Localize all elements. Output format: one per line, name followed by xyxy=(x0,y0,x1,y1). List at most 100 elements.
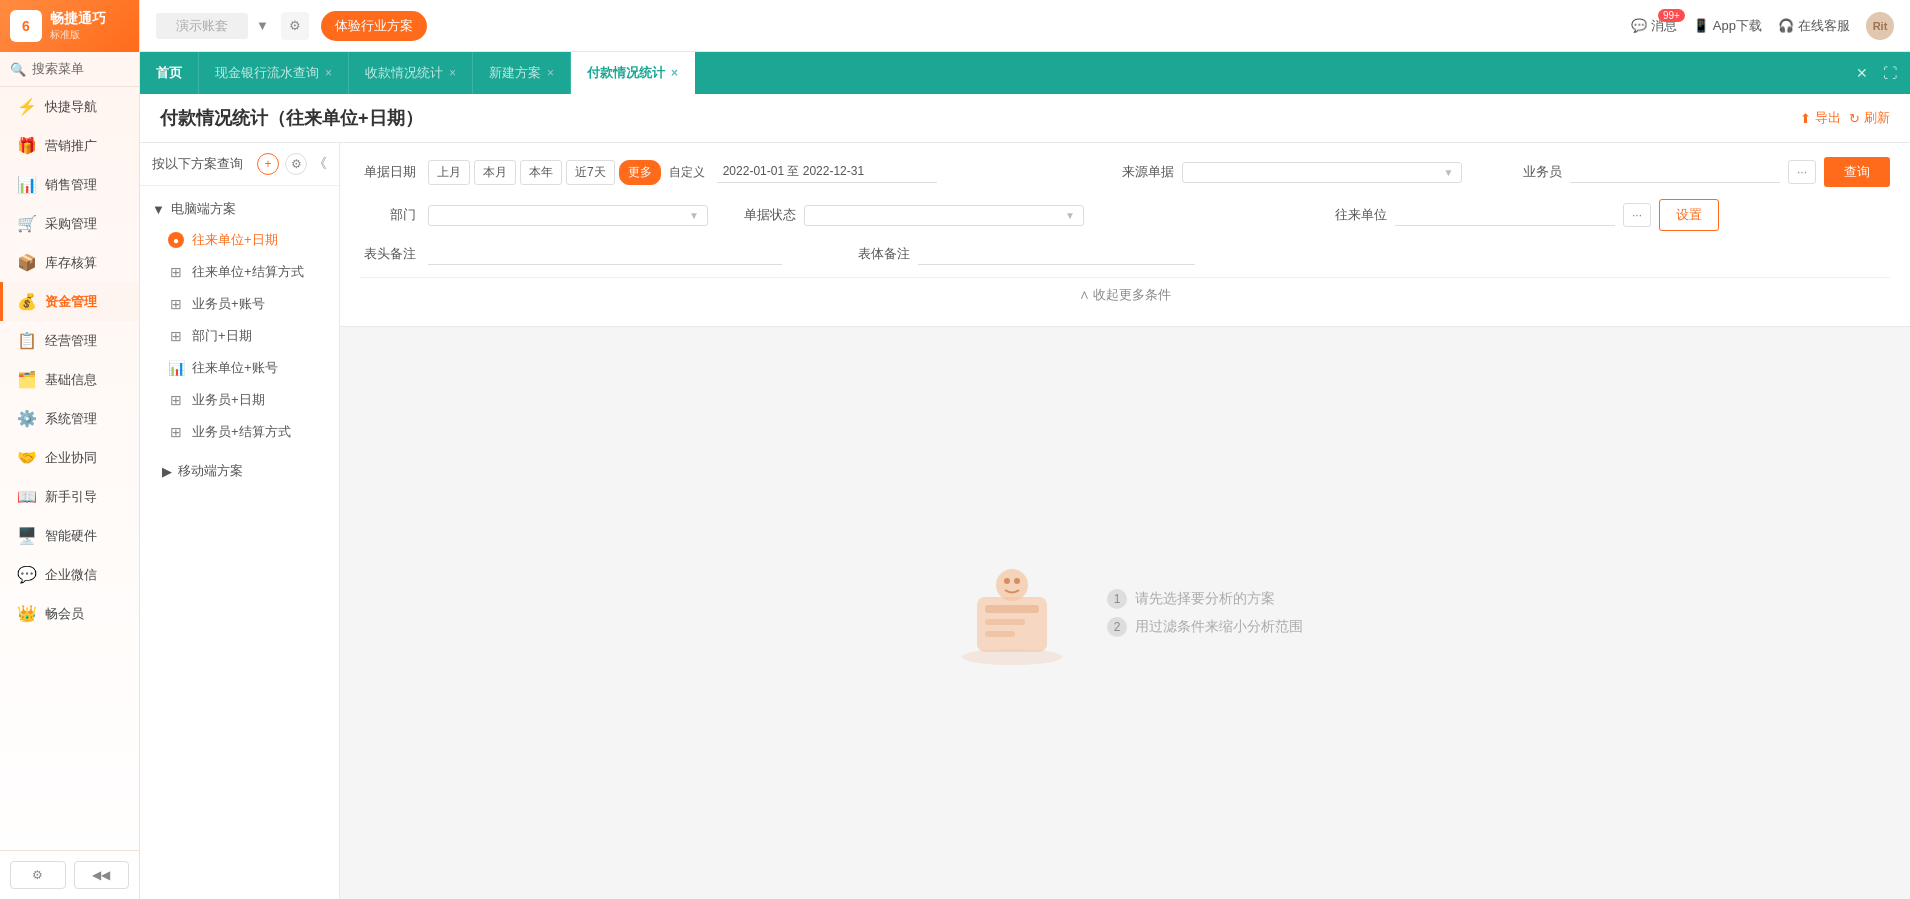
sidebar-item-wechat[interactable]: 💬企业微信 xyxy=(0,555,139,594)
sidebar-item-sales[interactable]: 📊销售管理 xyxy=(0,165,139,204)
svg-point-7 xyxy=(1014,578,1020,584)
app-icon: 📱 xyxy=(1693,18,1709,33)
sidebar-search[interactable]: 🔍 搜索菜单 xyxy=(0,52,139,87)
partner-label: 往来单位 xyxy=(1331,206,1387,224)
sidebar-item-quick-nav[interactable]: ⚡快捷导航 xyxy=(0,87,139,126)
date-btn-last-month[interactable]: 上月 xyxy=(428,160,470,185)
refresh-btn[interactable]: ↻ 刷新 xyxy=(1849,109,1890,127)
sidebar-item-system[interactable]: ⚙️系统管理 xyxy=(0,399,139,438)
data-area: 1 请先选择要分析的方案 2 用过滤条件来缩小分析范围 xyxy=(340,327,1910,899)
header-app-btn[interactable]: 📱 App下载 xyxy=(1693,17,1762,35)
sidebar-title-main: 畅捷通巧 xyxy=(50,10,106,28)
sidebar-item-purchase[interactable]: 🛒采购管理 xyxy=(0,204,139,243)
empty-text-block: 1 请先选择要分析的方案 2 用过滤条件来缩小分析范围 xyxy=(1107,589,1303,637)
step-num-1: 1 xyxy=(1107,589,1127,609)
settings-btn[interactable]: 设置 xyxy=(1659,199,1719,231)
sidebar-item-icon-sales: 📊 xyxy=(17,175,37,194)
sidebar-item-marketing[interactable]: 🎁营销推广 xyxy=(0,126,139,165)
svg-rect-3 xyxy=(985,619,1025,625)
lp-settings-btn[interactable]: ⚙ xyxy=(285,153,307,175)
sidebar-item-label-marketing: 营销推广 xyxy=(45,137,97,155)
salesman-ellipsis-btn[interactable]: ··· xyxy=(1788,160,1816,184)
date-custom-label: 自定义 xyxy=(669,164,705,181)
header-trial-btn[interactable]: 体验行业方案 xyxy=(321,11,427,41)
export-icon: ⬆ xyxy=(1800,111,1811,126)
export-btn[interactable]: ⬆ 导出 xyxy=(1800,109,1841,127)
header-avatar[interactable]: Rit xyxy=(1866,12,1894,40)
sidebar-item-inventory[interactable]: 📦库存核算 xyxy=(0,243,139,282)
sidebar-title-sub: 标准版 xyxy=(50,28,106,42)
svg-point-5 xyxy=(996,569,1028,601)
note-body-input[interactable] xyxy=(918,243,1196,265)
service-icon: 🎧 xyxy=(1778,18,1794,33)
sidebar-search-label: 搜索菜单 xyxy=(32,60,84,78)
sidebar-item-guide[interactable]: 📖新手引导 xyxy=(0,477,139,516)
sidebar-item-enterprise[interactable]: 🤝企业协同 xyxy=(0,438,139,477)
sidebar-collapse-btn[interactable]: ◀◀ xyxy=(74,861,130,889)
sidebar-item-operations[interactable]: 📋经营管理 xyxy=(0,321,139,360)
partner-ellipsis-btn[interactable]: ··· xyxy=(1623,203,1651,227)
scheme-icon-s7: ⊞ xyxy=(168,424,184,440)
tab-spacer xyxy=(695,52,1842,94)
date-btn-7days[interactable]: 近7天 xyxy=(566,160,615,185)
tab-bank-flow-close[interactable]: × xyxy=(325,66,332,80)
sidebar-settings-btn[interactable]: ⚙ xyxy=(10,861,66,889)
scheme-item-s7[interactable]: ⊞ 业务员+结算方式 xyxy=(140,416,339,448)
scheme-item-s2[interactable]: ⊞ 往来单位+结算方式 xyxy=(140,256,339,288)
sidebar-item-label-inventory: 库存核算 xyxy=(45,254,97,272)
left-panel-header: 按以下方案查询 + ⚙ 《 xyxy=(140,143,339,186)
scheme-item-s3[interactable]: ⊞ 业务员+账号 xyxy=(140,288,339,320)
scheme-item-s6[interactable]: ⊞ 业务员+日期 xyxy=(140,384,339,416)
scheme-item-s1[interactable]: ● 往来单位+日期 xyxy=(140,224,339,256)
tab-home[interactable]: 首页 xyxy=(140,52,199,94)
sidebar-item-finance[interactable]: 💰资金管理 xyxy=(0,282,139,321)
sidebar-item-label-purchase: 采购管理 xyxy=(45,215,97,233)
tab-action-btns: ✕ ⛶ xyxy=(1842,52,1910,94)
avatar-text: Rit xyxy=(1873,20,1888,32)
collapse-more-btn[interactable]: ∧ 收起更多条件 xyxy=(360,277,1890,312)
filter-row-2: 部门 ▼ 单据状态 ▼ 往来单 xyxy=(360,199,1890,231)
source-select[interactable]: ▼ xyxy=(1182,162,1462,183)
scheme-item-s4[interactable]: ⊞ 部门+日期 xyxy=(140,320,339,352)
doc-status-select[interactable]: ▼ xyxy=(804,205,1084,226)
tab-receipt-stats-close[interactable]: × xyxy=(449,66,456,80)
date-range-input[interactable] xyxy=(717,162,937,183)
tab-new-scheme[interactable]: 新建方案 × xyxy=(473,52,571,94)
mobile-group-header[interactable]: ▶ 移动端方案 xyxy=(140,456,339,486)
svg-rect-2 xyxy=(985,605,1039,613)
sidebar-item-hardware[interactable]: 🖥️智能硬件 xyxy=(0,516,139,555)
mobile-group-arrow: ▶ xyxy=(162,464,172,479)
tab-home-label: 首页 xyxy=(156,64,182,82)
sidebar-item-basics[interactable]: 🗂️基础信息 xyxy=(0,360,139,399)
header-message-btn[interactable]: 💬 消息 99+ xyxy=(1631,17,1677,35)
header-dropdown-icon[interactable]: ▼ xyxy=(256,18,269,33)
lp-add-btn[interactable]: + xyxy=(257,153,279,175)
sidebar-item-member[interactable]: 👑畅会员 xyxy=(0,594,139,633)
lp-collapse-btn[interactable]: 《 xyxy=(313,155,327,173)
partner-input[interactable] xyxy=(1395,204,1615,226)
left-panel: 按以下方案查询 + ⚙ 《 ▼ 电脑端方案 ● 往来单位+日期 xyxy=(140,143,340,899)
dept-select[interactable]: ▼ xyxy=(428,205,708,226)
tab-close-all-btn[interactable]: ✕ xyxy=(1850,61,1874,85)
sidebar-item-icon-finance: 💰 xyxy=(17,292,37,311)
salesman-input[interactable] xyxy=(1570,161,1780,183)
tab-bank-flow[interactable]: 现金银行流水查询 × xyxy=(199,52,349,94)
tab-expand-btn[interactable]: ⛶ xyxy=(1878,61,1902,85)
date-btn-more[interactable]: 更多 xyxy=(619,160,661,185)
sidebar-item-icon-enterprise: 🤝 xyxy=(17,448,37,467)
scheme-item-s5[interactable]: 📊 往来单位+账号 xyxy=(140,352,339,384)
header-service-btn[interactable]: 🎧 在线客服 xyxy=(1778,17,1850,35)
query-btn[interactable]: 查询 xyxy=(1824,157,1890,187)
tab-payment-stats-close[interactable]: × xyxy=(671,66,678,80)
note-head-input[interactable] xyxy=(428,243,782,265)
tab-receipt-stats[interactable]: 收款情况统计 × xyxy=(349,52,473,94)
header-settings-btn[interactable]: ⚙ xyxy=(281,12,309,40)
tab-bank-flow-label: 现金银行流水查询 xyxy=(215,64,319,82)
date-btn-this-year[interactable]: 本年 xyxy=(520,160,562,185)
tab-payment-stats[interactable]: 付款情况统计 × xyxy=(571,52,695,94)
sidebar-footer: ⚙ ◀◀ xyxy=(0,850,139,899)
date-btn-this-month[interactable]: 本月 xyxy=(474,160,516,185)
filter-area: 单据日期 上月 本月 本年 近7天 更多 自定义 xyxy=(340,143,1910,327)
tab-new-scheme-close[interactable]: × xyxy=(547,66,554,80)
desktop-group-header[interactable]: ▼ 电脑端方案 xyxy=(140,194,339,224)
